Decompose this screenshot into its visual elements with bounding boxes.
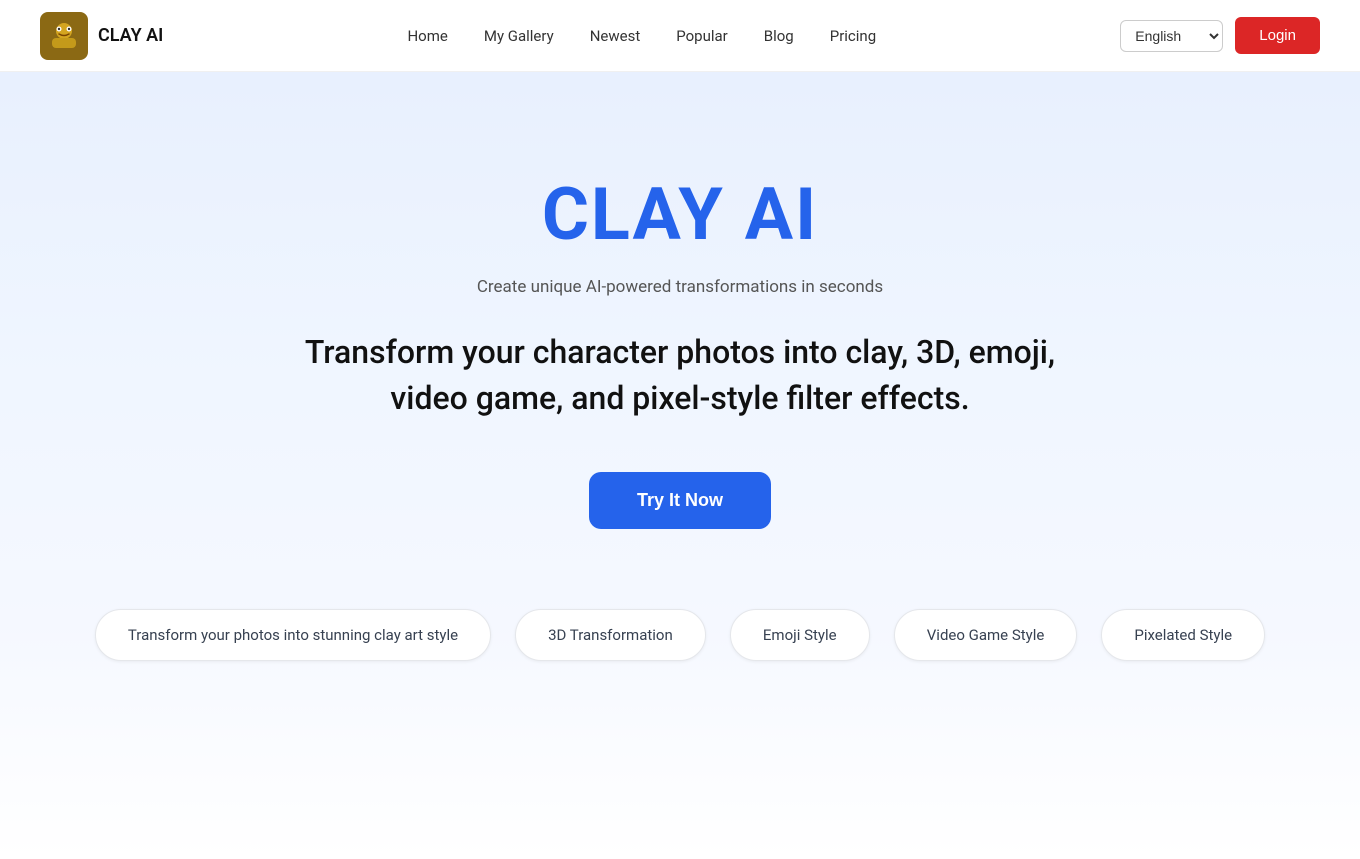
hero-section: CLAY AI Create unique AI-powered transfo… — [0, 72, 1360, 859]
header-right: English Spanish French German Chinese Ja… — [1120, 17, 1320, 54]
style-pill-emoji[interactable]: Emoji Style — [730, 609, 870, 661]
hero-description: Transform your character photos into cla… — [300, 329, 1060, 422]
header: CLAY AI Home My Gallery Newest Popular B… — [0, 0, 1360, 72]
nav-pricing[interactable]: Pricing — [830, 27, 876, 45]
nav-my-gallery[interactable]: My Gallery — [484, 27, 554, 45]
logo-text: CLAY AI — [98, 25, 163, 46]
hero-subtitle: Create unique AI-powered transformations… — [477, 277, 883, 297]
nav-blog[interactable]: Blog — [764, 27, 794, 45]
nav-popular[interactable]: Popular — [676, 27, 728, 45]
style-pill-3d[interactable]: 3D Transformation — [515, 609, 706, 661]
logo[interactable]: CLAY AI — [40, 12, 163, 60]
style-pill-clay[interactable]: Transform your photos into stunning clay… — [95, 609, 491, 661]
nav-newest[interactable]: Newest — [590, 27, 641, 45]
hero-title: CLAY AI — [542, 172, 818, 257]
logo-svg — [44, 16, 84, 56]
style-pill-video-game[interactable]: Video Game Style — [894, 609, 1078, 661]
login-button[interactable]: Login — [1235, 17, 1320, 54]
try-it-now-button[interactable]: Try It Now — [589, 472, 771, 529]
language-selector[interactable]: English Spanish French German Chinese Ja… — [1120, 20, 1223, 52]
main-nav: Home My Gallery Newest Popular Blog Pric… — [407, 27, 876, 45]
style-pill-pixelated[interactable]: Pixelated Style — [1101, 609, 1265, 661]
logo-icon — [40, 12, 88, 60]
nav-home[interactable]: Home — [407, 27, 447, 45]
style-pills-container: Transform your photos into stunning clay… — [55, 609, 1305, 661]
